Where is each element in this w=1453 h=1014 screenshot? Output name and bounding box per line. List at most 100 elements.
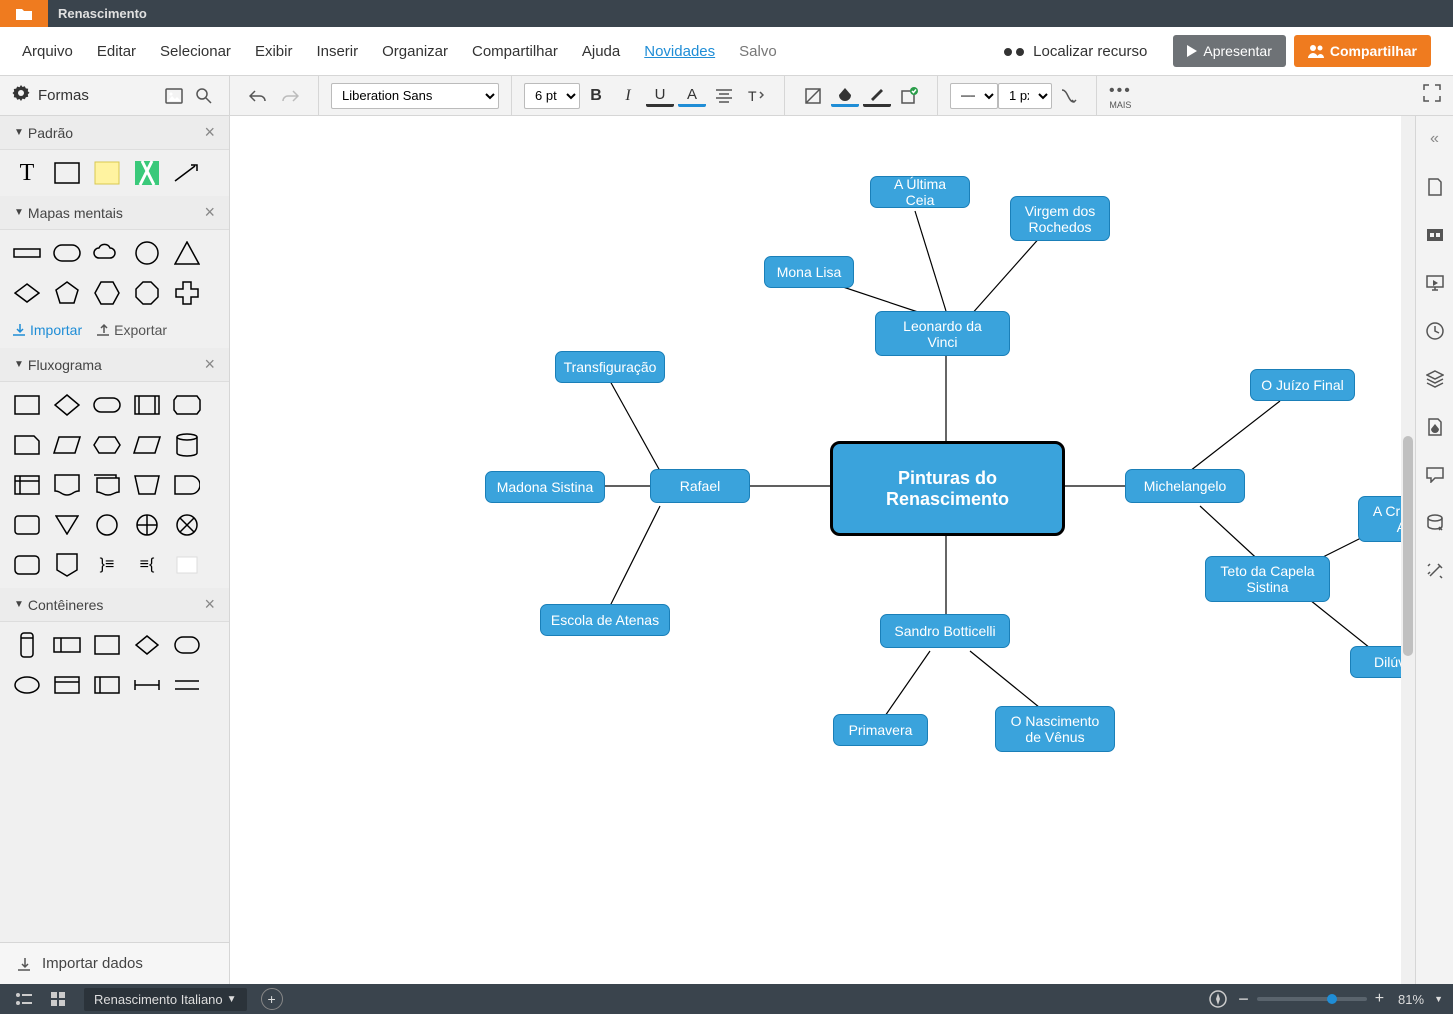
- folder-icon[interactable]: [0, 0, 48, 27]
- find-resource[interactable]: Localizar recurso: [1003, 43, 1147, 60]
- shape-ct10[interactable]: [172, 670, 202, 700]
- dock-comments-icon[interactable]: [1422, 462, 1448, 488]
- import-link[interactable]: Importar: [12, 322, 82, 338]
- undo-button[interactable]: [244, 82, 272, 110]
- shape-circle[interactable]: [132, 238, 162, 268]
- shape-rect[interactable]: [52, 158, 82, 188]
- shape-fc-blank[interactable]: [172, 550, 202, 580]
- italic-button[interactable]: I: [614, 82, 642, 110]
- node-center[interactable]: Pinturas doRenascimento: [830, 441, 1065, 536]
- export-link[interactable]: Exportar: [96, 322, 167, 338]
- doc-title[interactable]: Renascimento: [48, 6, 147, 21]
- dock-data-icon[interactable]: [1422, 510, 1448, 536]
- shape-fc-merge[interactable]: [52, 510, 82, 540]
- shape-fc-multidoc[interactable]: [92, 470, 122, 500]
- shape-fc-sum[interactable]: [172, 510, 202, 540]
- node-madona[interactable]: Madona Sistina: [485, 471, 605, 503]
- shape-mm2[interactable]: [52, 238, 82, 268]
- dock-present-icon[interactable]: [1422, 270, 1448, 296]
- grid-icon[interactable]: [44, 985, 72, 1013]
- line-color-button[interactable]: [863, 85, 891, 107]
- shape-fc-hex[interactable]: [92, 430, 122, 460]
- shape-cloud[interactable]: [92, 238, 122, 268]
- shape-fc-connector[interactable]: [92, 510, 122, 540]
- scrollbar-vertical[interactable]: [1401, 116, 1415, 984]
- shape-fc-brace-r[interactable]: }≡: [92, 550, 122, 580]
- section-containers[interactable]: ▼Contêineres×: [0, 588, 229, 622]
- share-button[interactable]: Compartilhar: [1294, 35, 1431, 67]
- outline-icon[interactable]: [10, 985, 38, 1013]
- node-ultima[interactable]: A Última Ceia: [870, 176, 970, 208]
- font-select[interactable]: Liberation Sans: [331, 83, 499, 109]
- shape-block[interactable]: [132, 158, 162, 188]
- line-style-select[interactable]: ───: [950, 83, 998, 109]
- close-icon[interactable]: ×: [204, 354, 215, 375]
- shape-text[interactable]: T: [12, 158, 42, 188]
- compass-icon[interactable]: [1204, 985, 1232, 1013]
- shape-ct4[interactable]: [132, 630, 162, 660]
- node-leonardo[interactable]: Leonardo daVinci: [875, 311, 1010, 356]
- shape-cross[interactable]: [172, 278, 202, 308]
- menu-arrange[interactable]: Organizar: [382, 43, 448, 60]
- node-rafael[interactable]: Rafael: [650, 469, 750, 503]
- collapse-dock-icon[interactable]: «: [1422, 126, 1448, 152]
- canvas[interactable]: Pinturas doRenascimento Leonardo daVinci…: [230, 116, 1415, 984]
- dock-layers-icon[interactable]: [1422, 366, 1448, 392]
- shape-ct2[interactable]: [52, 630, 82, 660]
- section-default[interactable]: ▼Padrão×: [0, 116, 229, 150]
- font-size-select[interactable]: 6 pt: [524, 83, 580, 109]
- shape-ct6[interactable]: [12, 670, 42, 700]
- shape-ct7[interactable]: [52, 670, 82, 700]
- menu-insert[interactable]: Inserir: [316, 43, 358, 60]
- shape-fc-offpage[interactable]: [52, 550, 82, 580]
- shape-octagon[interactable]: [132, 278, 162, 308]
- menu-view[interactable]: Exibir: [255, 43, 293, 60]
- shape-fc-card[interactable]: [12, 430, 42, 460]
- shape-fc-brace-l[interactable]: ≡{: [132, 550, 162, 580]
- add-page-button[interactable]: +: [261, 988, 283, 1010]
- node-mona[interactable]: Mona Lisa: [764, 256, 854, 288]
- search-icon[interactable]: [191, 83, 217, 109]
- shape-fc-note[interactable]: [12, 550, 42, 580]
- shape-fc-terminator[interactable]: [92, 390, 122, 420]
- close-icon[interactable]: ×: [204, 594, 215, 615]
- shape-ct5[interactable]: [172, 630, 202, 660]
- node-juizo[interactable]: O Juízo Final: [1250, 369, 1355, 401]
- fill-none-button[interactable]: [799, 82, 827, 110]
- shape-fc-manual[interactable]: [132, 470, 162, 500]
- shape-fc-delay[interactable]: [172, 470, 202, 500]
- shape-fc-rect[interactable]: [12, 390, 42, 420]
- shape-diamond[interactable]: [12, 278, 42, 308]
- node-transf[interactable]: Transfiguração: [555, 351, 665, 383]
- dock-context-icon[interactable]: [1422, 222, 1448, 248]
- node-teto[interactable]: Teto da CapelaSistina: [1205, 556, 1330, 602]
- section-mindmaps[interactable]: ▼Mapas mentais×: [0, 196, 229, 230]
- shape-fc-doc[interactable]: [52, 470, 82, 500]
- shape-fc-para[interactable]: [132, 430, 162, 460]
- zoom-control[interactable]: − + 81% ▼: [1238, 989, 1443, 1010]
- shape-fc-diamond[interactable]: [52, 390, 82, 420]
- line-width-select[interactable]: 1 px: [998, 83, 1052, 109]
- shape-pentagon[interactable]: [52, 278, 82, 308]
- redo-button[interactable]: [276, 82, 304, 110]
- shape-hexagon[interactable]: [92, 278, 122, 308]
- node-escola[interactable]: Escola de Atenas: [540, 604, 670, 636]
- shape-note[interactable]: [92, 158, 122, 188]
- import-data-button[interactable]: Importar dados: [0, 942, 229, 984]
- fullscreen-button[interactable]: [1423, 84, 1441, 105]
- zoom-value[interactable]: 81%: [1398, 992, 1424, 1007]
- shape-fc-display[interactable]: [172, 390, 202, 420]
- node-virgem[interactable]: Virgem dosRochedos: [1010, 196, 1110, 241]
- shape-mm1[interactable]: [12, 238, 42, 268]
- shape-fc-predefined[interactable]: [132, 390, 162, 420]
- menu-file[interactable]: Arquivo: [22, 43, 73, 60]
- menu-share[interactable]: Compartilhar: [472, 43, 558, 60]
- bold-button[interactable]: B: [582, 82, 610, 110]
- dock-magic-icon[interactable]: [1422, 558, 1448, 584]
- node-prima[interactable]: Primavera: [833, 714, 928, 746]
- node-botti[interactable]: Sandro Botticelli: [880, 614, 1010, 648]
- dock-page-icon[interactable]: [1422, 174, 1448, 200]
- shape-ct9[interactable]: [132, 670, 162, 700]
- menu-edit[interactable]: Editar: [97, 43, 136, 60]
- node-venus[interactable]: O Nascimentode Vênus: [995, 706, 1115, 752]
